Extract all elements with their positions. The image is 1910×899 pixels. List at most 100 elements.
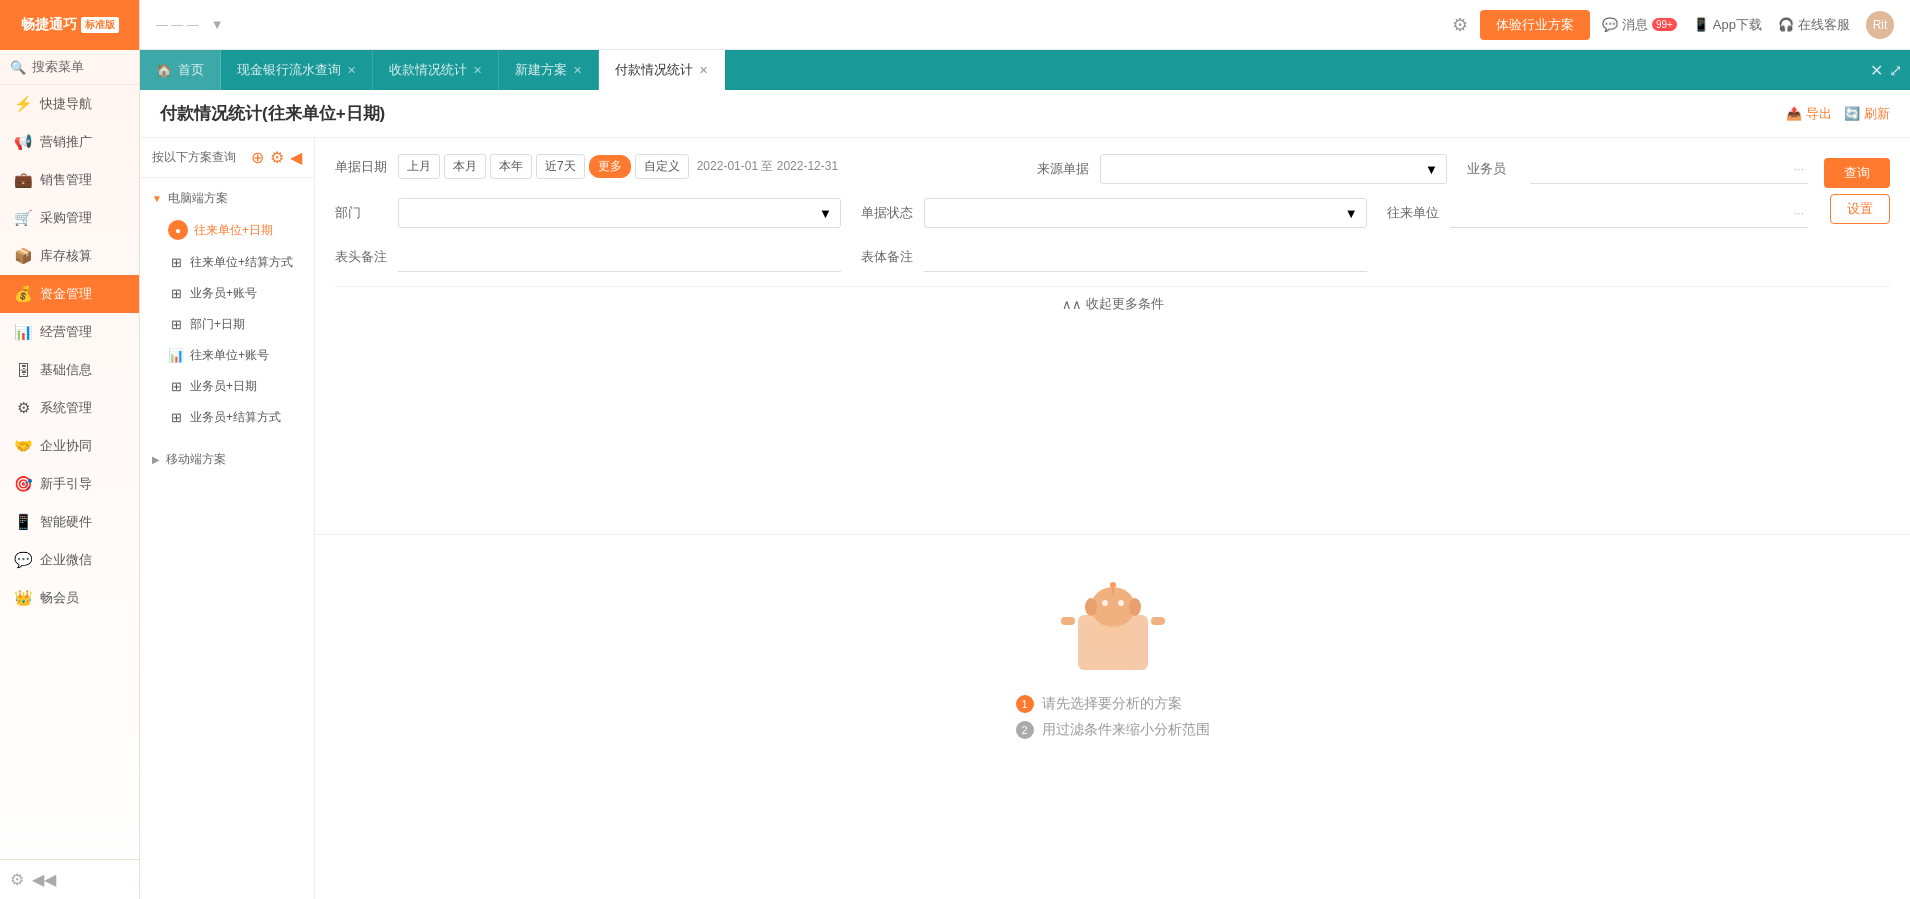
staff-input[interactable]: ··· xyxy=(1530,154,1808,184)
tab-receipt-close[interactable]: ✕ xyxy=(473,64,482,77)
operation-icon: 📊 xyxy=(14,323,32,341)
filter-settings-button[interactable]: 设置 xyxy=(1830,194,1890,224)
filter-row-1: 单据日期 上月 本月 本年 近7天 更多 自定义 2022-01-01 至 20… xyxy=(335,154,1808,184)
tab-payment[interactable]: 付款情况统计 ✕ xyxy=(599,50,725,90)
header-note-input[interactable] xyxy=(398,242,841,272)
sidebar-item-label: 经营管理 xyxy=(40,323,92,341)
filter-group-date: 单据日期 上月 本月 本年 近7天 更多 自定义 2022-01-01 至 20… xyxy=(335,154,1017,179)
chevron-right-icon: ▶ xyxy=(152,454,160,465)
tab-receipt[interactable]: 收款情况统计 ✕ xyxy=(373,50,499,90)
app-download-btn[interactable]: 📱 App下载 xyxy=(1693,16,1762,34)
sidebar-item-basic[interactable]: 🗄 基础信息 xyxy=(0,351,139,389)
settings-footer-btn[interactable]: ⚙ xyxy=(10,870,24,889)
collapse-filter-btn[interactable]: ∧∧ 收起更多条件 xyxy=(335,286,1890,321)
date-btn-custom[interactable]: 自定义 xyxy=(635,154,689,179)
scheme-item-label: 业务员+日期 xyxy=(190,378,257,395)
filter-actions: 查询 设置 xyxy=(1824,154,1890,286)
docstatus-label: 单据状态 xyxy=(861,204,916,222)
unit-input[interactable]: ··· xyxy=(1450,198,1808,228)
tab-bank-close[interactable]: ✕ xyxy=(347,64,356,77)
sidebar-item-label: 智能硬件 xyxy=(40,513,92,531)
table-icon: ⊞ xyxy=(168,317,184,333)
scheme-item-unit-date[interactable]: ● 往来单位+日期 xyxy=(140,213,314,247)
svg-point-2 xyxy=(1085,598,1097,616)
scheme-item-label: 往来单位+账号 xyxy=(190,347,269,364)
app-logo: 畅捷通巧 标准版 xyxy=(0,0,139,50)
user-avatar[interactable]: Rit xyxy=(1866,11,1894,39)
docstatus-select[interactable]: ▼ xyxy=(924,198,1367,228)
scheme-item-unit-settle[interactable]: ⊞ 往来单位+结算方式 xyxy=(140,247,314,278)
sidebar-item-corp[interactable]: 🤝 企业协同 xyxy=(0,427,139,465)
results-area: 1 请先选择要分析的方案 2 用过滤条件来缩小分析范围 xyxy=(315,534,1910,899)
hardware-icon: 📱 xyxy=(14,513,32,531)
pc-section-header[interactable]: ▼ 电脑端方案 xyxy=(140,184,314,213)
tab-home[interactable]: 🏠 首页 xyxy=(140,50,221,90)
scheme-collapse-btn[interactable]: ◀ xyxy=(290,148,302,167)
dept-select[interactable]: ▼ xyxy=(398,198,841,228)
docstatus-dropdown-icon: ▼ xyxy=(1345,206,1358,221)
export-btn[interactable]: 📤 导出 xyxy=(1786,105,1832,123)
tab-bank[interactable]: 现金银行流水查询 ✕ xyxy=(221,50,373,90)
topbar-settings-icon[interactable]: ⚙ xyxy=(1452,14,1468,36)
scheme-item-unit-account[interactable]: 📊 往来单位+账号 xyxy=(140,340,314,371)
source-select[interactable]: ▼ xyxy=(1100,154,1446,184)
trial-button[interactable]: 体验行业方案 xyxy=(1480,10,1590,40)
sidebar-item-label: 营销推广 xyxy=(40,133,92,151)
sidebar-item-hardware[interactable]: 📱 智能硬件 xyxy=(0,503,139,541)
sidebar-item-guide[interactable]: 🎯 新手引导 xyxy=(0,465,139,503)
body-note-input[interactable] xyxy=(924,242,1367,272)
tabbar-expand-btn[interactable]: ⤢ xyxy=(1889,61,1902,80)
filter-area: 单据日期 上月 本月 本年 近7天 更多 自定义 2022-01-01 至 20… xyxy=(315,138,1910,534)
date-label: 单据日期 xyxy=(335,158,390,176)
sidebar-item-label: 快捷导航 xyxy=(40,95,92,113)
breadcrumb-dropdown[interactable]: ▼ xyxy=(211,17,224,32)
body-note-label: 表体备注 xyxy=(861,248,916,266)
svg-rect-9 xyxy=(1151,617,1165,625)
sidebar-search[interactable]: 🔍 搜索菜单 xyxy=(0,50,139,85)
scheme-item-dept-date[interactable]: ⊞ 部门+日期 xyxy=(140,309,314,340)
scheme-item-label: 往来单位+结算方式 xyxy=(190,254,293,271)
sidebar-item-operation[interactable]: 📊 经营管理 xyxy=(0,313,139,351)
date-btn-this-month[interactable]: 本月 xyxy=(444,154,486,179)
tab-new-scheme-close[interactable]: ✕ xyxy=(573,64,582,77)
filter-main-row: 单据日期 上月 本月 本年 近7天 更多 自定义 2022-01-01 至 20… xyxy=(335,154,1890,286)
sidebar-item-shortcut[interactable]: ⚡ 快捷导航 xyxy=(0,85,139,123)
table-icon: ⊞ xyxy=(168,379,184,395)
sidebar-item-finance[interactable]: 💰 资金管理 xyxy=(0,275,139,313)
add-scheme-btn[interactable]: ⊕ xyxy=(251,148,264,167)
sidebar-item-system[interactable]: ⚙ 系统管理 xyxy=(0,389,139,427)
sidebar-nav: ⚡ 快捷导航 📢 营销推广 💼 销售管理 🛒 采购管理 📦 库存核算 💰 资金管… xyxy=(0,85,139,859)
refresh-label: 刷新 xyxy=(1864,105,1890,123)
date-btn-this-year[interactable]: 本年 xyxy=(490,154,532,179)
scheme-item-staff-settle[interactable]: ⊞ 业务员+结算方式 xyxy=(140,402,314,433)
scheme-item-staff-date[interactable]: ⊞ 业务员+日期 xyxy=(140,371,314,402)
sidebar-item-member[interactable]: 👑 畅会员 xyxy=(0,579,139,617)
query-button[interactable]: 查询 xyxy=(1824,158,1890,188)
date-btn-more[interactable]: 更多 xyxy=(589,155,631,178)
sidebar-item-marketing[interactable]: 📢 营销推广 xyxy=(0,123,139,161)
scheme-settings-btn[interactable]: ⚙ xyxy=(270,148,284,167)
collapse-sidebar-btn[interactable]: ◀◀ xyxy=(32,870,56,889)
refresh-btn[interactable]: 🔄 刷新 xyxy=(1844,105,1890,123)
scheme-section-mobile: ▶ 移动端方案 xyxy=(140,439,314,480)
filter-group-source: 来源单据 ▼ xyxy=(1037,154,1446,184)
tabbar-close-all-btn[interactable]: ✕ xyxy=(1870,61,1883,80)
sidebar-item-purchase[interactable]: 🛒 采购管理 xyxy=(0,199,139,237)
mobile-section-header[interactable]: ▶ 移动端方案 xyxy=(140,445,314,474)
scheme-item-staff-account[interactable]: ⊞ 业务员+账号 xyxy=(140,278,314,309)
step1-num: 1 xyxy=(1016,695,1034,713)
svg-point-7 xyxy=(1110,582,1116,588)
sidebar-item-wechat[interactable]: 💬 企业微信 xyxy=(0,541,139,579)
tab-payment-close[interactable]: ✕ xyxy=(699,64,708,77)
tab-new-scheme[interactable]: 新建方案 ✕ xyxy=(499,50,599,90)
sidebar-item-inventory[interactable]: 📦 库存核算 xyxy=(0,237,139,275)
date-btn-last-month[interactable]: 上月 xyxy=(398,154,440,179)
messages-btn[interactable]: 💬 消息 99+ xyxy=(1602,16,1677,34)
online-service-btn[interactable]: 🎧 在线客服 xyxy=(1778,16,1850,34)
date-btn-last-7[interactable]: 近7天 xyxy=(536,154,585,179)
chart-icon: 📊 xyxy=(168,348,184,364)
empty-svg xyxy=(1053,575,1173,675)
filter-group-staff: 业务员 ··· xyxy=(1467,154,1808,184)
sidebar-item-sales[interactable]: 💼 销售管理 xyxy=(0,161,139,199)
table-icon: ⊞ xyxy=(168,255,184,271)
